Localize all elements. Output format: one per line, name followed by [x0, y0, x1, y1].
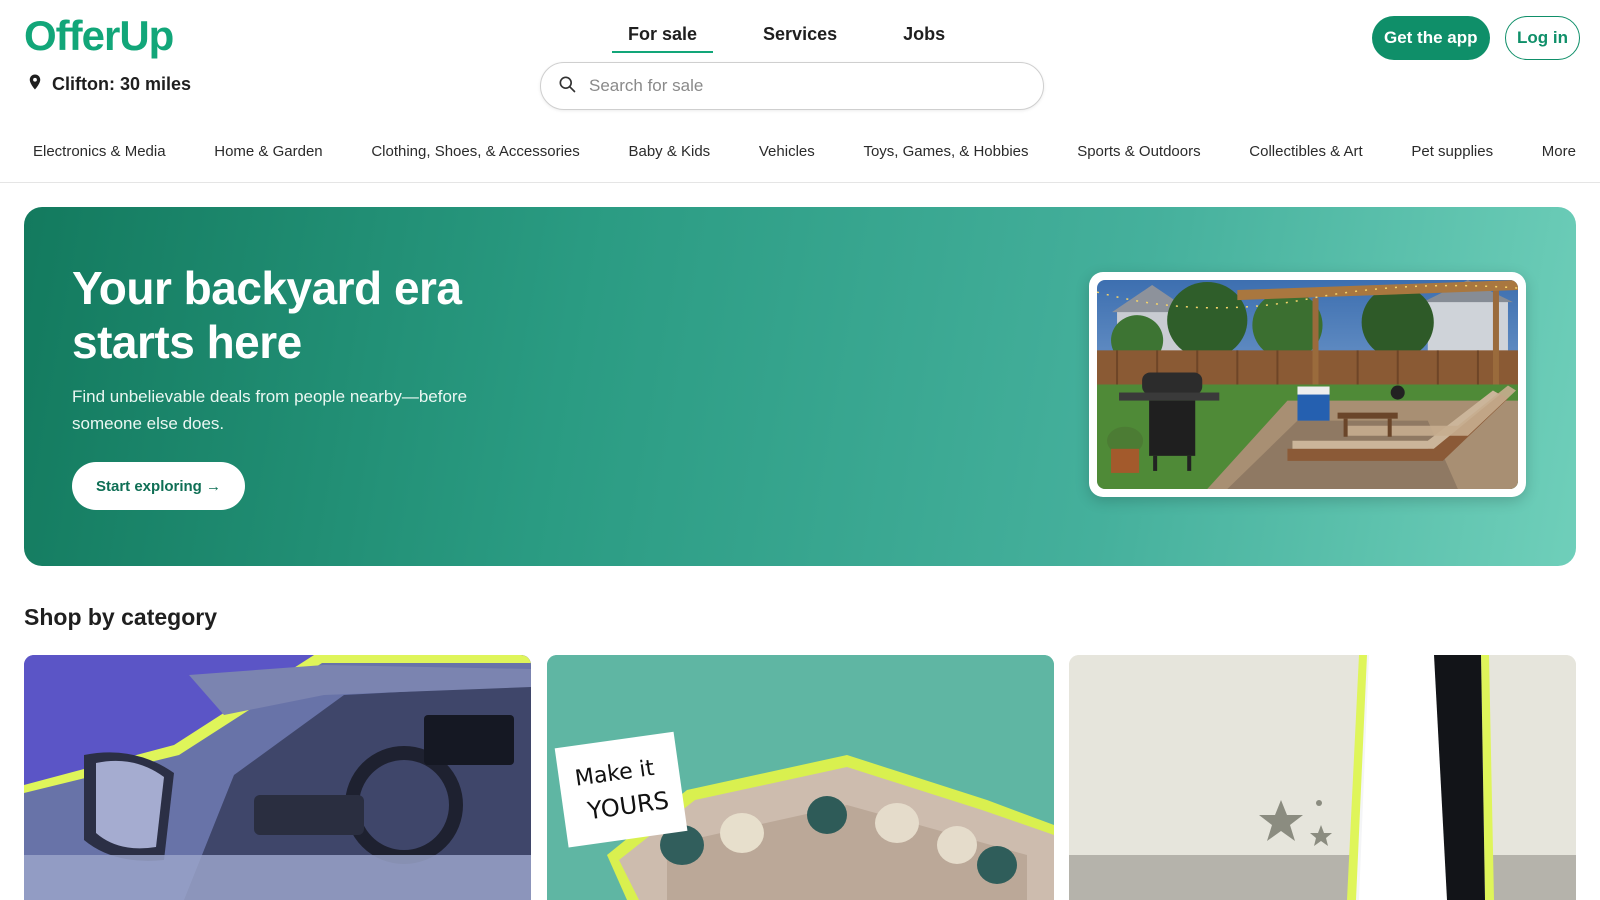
category-vehicles[interactable]: Vehicles — [759, 143, 815, 160]
hero-backyard-image — [1089, 272, 1526, 497]
location-label: Clifton: 30 miles — [52, 74, 192, 94]
offerup-logo[interactable]: OfferUp — [24, 12, 174, 60]
category-card-vehicles[interactable] — [24, 655, 531, 900]
category-toys-games[interactable]: Toys, Games, & Hobbies — [863, 143, 1028, 160]
tab-jobs[interactable]: Jobs — [887, 22, 961, 53]
top-tabs: For sale Services Jobs — [612, 22, 995, 53]
category-nav: Electronics & Media Home & Garden Clothi… — [0, 128, 1600, 183]
location-selector[interactable]: Clifton: 30 miles — [26, 73, 191, 96]
hero-title: Your backyard era starts here — [72, 262, 462, 368]
category-baby-kids[interactable]: Baby & Kids — [628, 143, 710, 160]
tab-services[interactable]: Services — [747, 22, 853, 53]
login-button[interactable]: Log in — [1505, 16, 1580, 60]
tab-for-sale[interactable]: For sale — [612, 22, 714, 53]
category-card-electronics[interactable] — [1069, 655, 1576, 900]
category-clothing[interactable]: Clothing, Shoes, & Accessories — [371, 143, 579, 160]
hero-subtitle: Find unbelievable deals from people near… — [72, 387, 468, 433]
location-pin-icon — [26, 73, 44, 96]
search-icon — [557, 74, 577, 99]
search-bar[interactable] — [540, 62, 1044, 110]
start-exploring-button[interactable]: Start exploring → — [72, 462, 246, 510]
category-pet-supplies[interactable]: Pet supplies — [1411, 143, 1493, 160]
search-input[interactable] — [589, 76, 1027, 96]
category-card-home-garden[interactable]: Make it YOURS — [547, 655, 1054, 900]
category-sports-outdoors[interactable]: Sports & Outdoors — [1077, 143, 1200, 160]
hero-banner: Your backyard era starts here Find unbel… — [24, 207, 1576, 566]
category-more[interactable]: More — [1542, 143, 1576, 160]
category-collectibles-art[interactable]: Collectibles & Art — [1249, 143, 1362, 160]
get-the-app-button[interactable]: Get the app — [1372, 16, 1490, 60]
shop-by-category-title: Shop by category — [24, 604, 217, 630]
category-home-garden[interactable]: Home & Garden — [214, 143, 322, 160]
category-electronics-media[interactable]: Electronics & Media — [33, 143, 166, 160]
